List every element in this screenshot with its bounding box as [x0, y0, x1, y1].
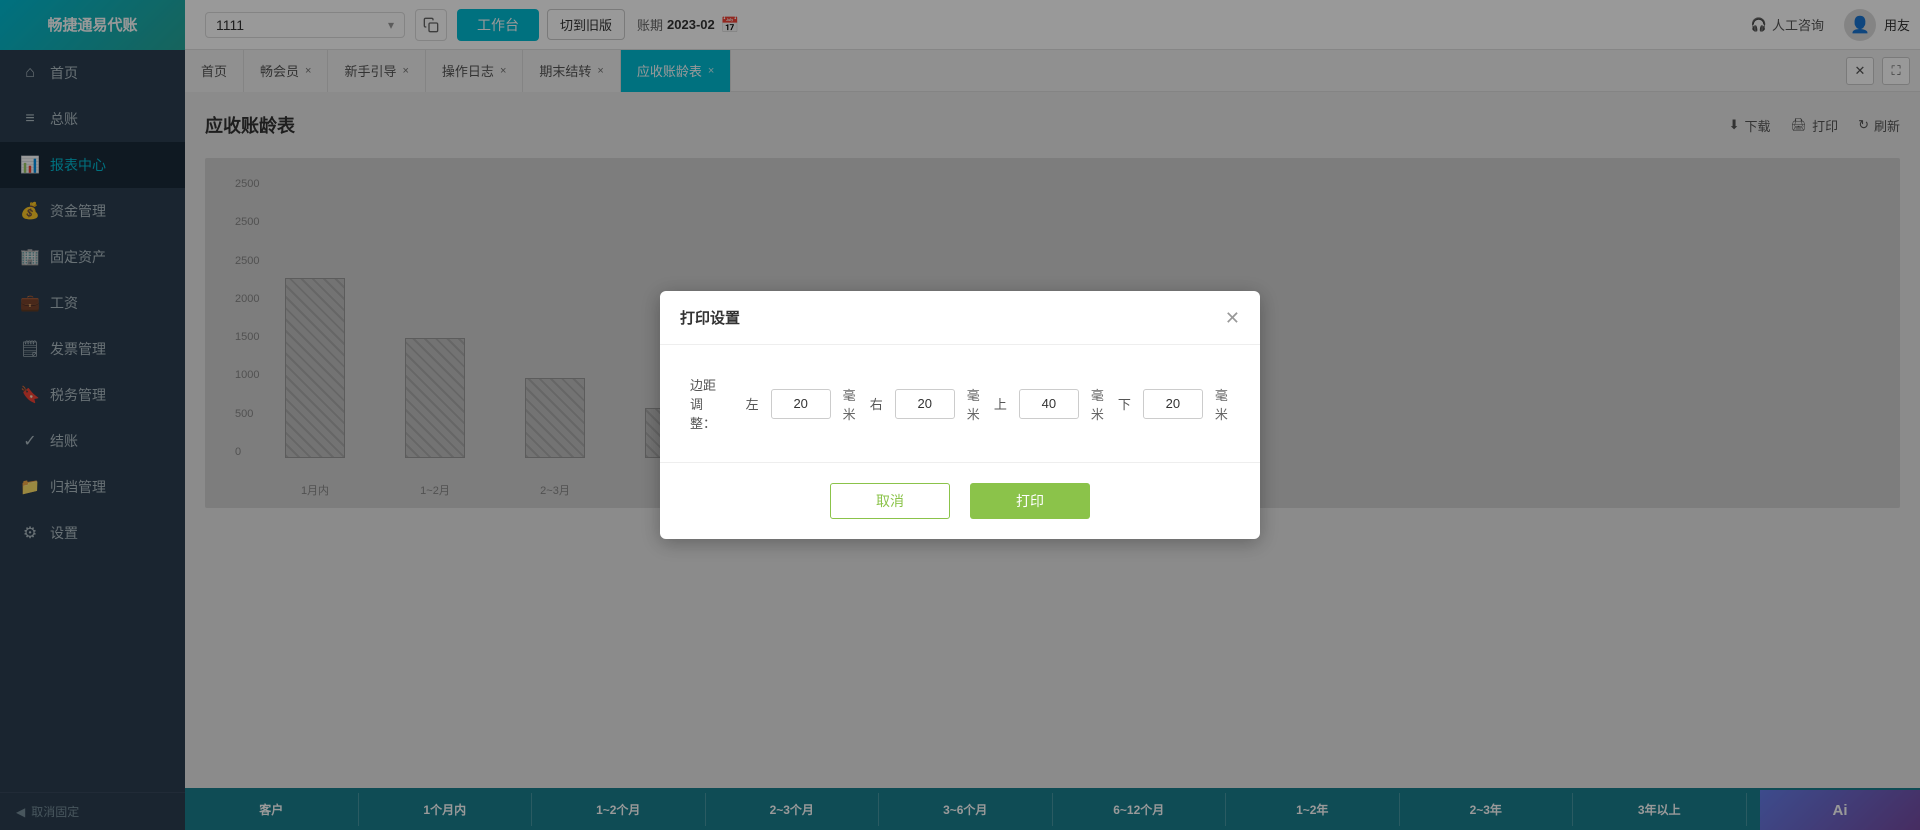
- right-label: 右: [870, 394, 883, 413]
- margin-label: 边距调整：: [690, 375, 728, 432]
- modal-overlay: 打印设置 ✕ 边距调整： 左 毫米 右 毫米 上 毫米 下 毫米 取消 打印: [0, 0, 1920, 830]
- left-label: 左: [746, 394, 759, 413]
- margin-row: 边距调整： 左 毫米 右 毫米 上 毫米 下 毫米: [690, 375, 1230, 432]
- bottom-unit: 毫米: [1215, 385, 1230, 423]
- right-margin-input[interactable]: [895, 389, 955, 419]
- bottom-label: 下: [1118, 394, 1131, 413]
- top-margin-input[interactable]: [1019, 389, 1079, 419]
- left-unit: 毫米: [843, 385, 858, 423]
- left-margin-input[interactable]: [771, 389, 831, 419]
- bottom-margin-input[interactable]: [1143, 389, 1203, 419]
- modal-header: 打印设置 ✕: [660, 291, 1260, 345]
- cancel-button[interactable]: 取消: [830, 483, 950, 519]
- confirm-print-button[interactable]: 打印: [970, 483, 1090, 519]
- print-settings-modal: 打印设置 ✕ 边距调整： 左 毫米 右 毫米 上 毫米 下 毫米 取消 打印: [660, 291, 1260, 539]
- modal-close-button[interactable]: ✕: [1225, 309, 1240, 327]
- modal-title: 打印设置: [680, 307, 740, 328]
- right-unit: 毫米: [967, 385, 982, 423]
- modal-body: 边距调整： 左 毫米 右 毫米 上 毫米 下 毫米: [660, 345, 1260, 462]
- top-label: 上: [994, 394, 1007, 413]
- top-unit: 毫米: [1091, 385, 1106, 423]
- modal-footer: 取消 打印: [660, 462, 1260, 539]
